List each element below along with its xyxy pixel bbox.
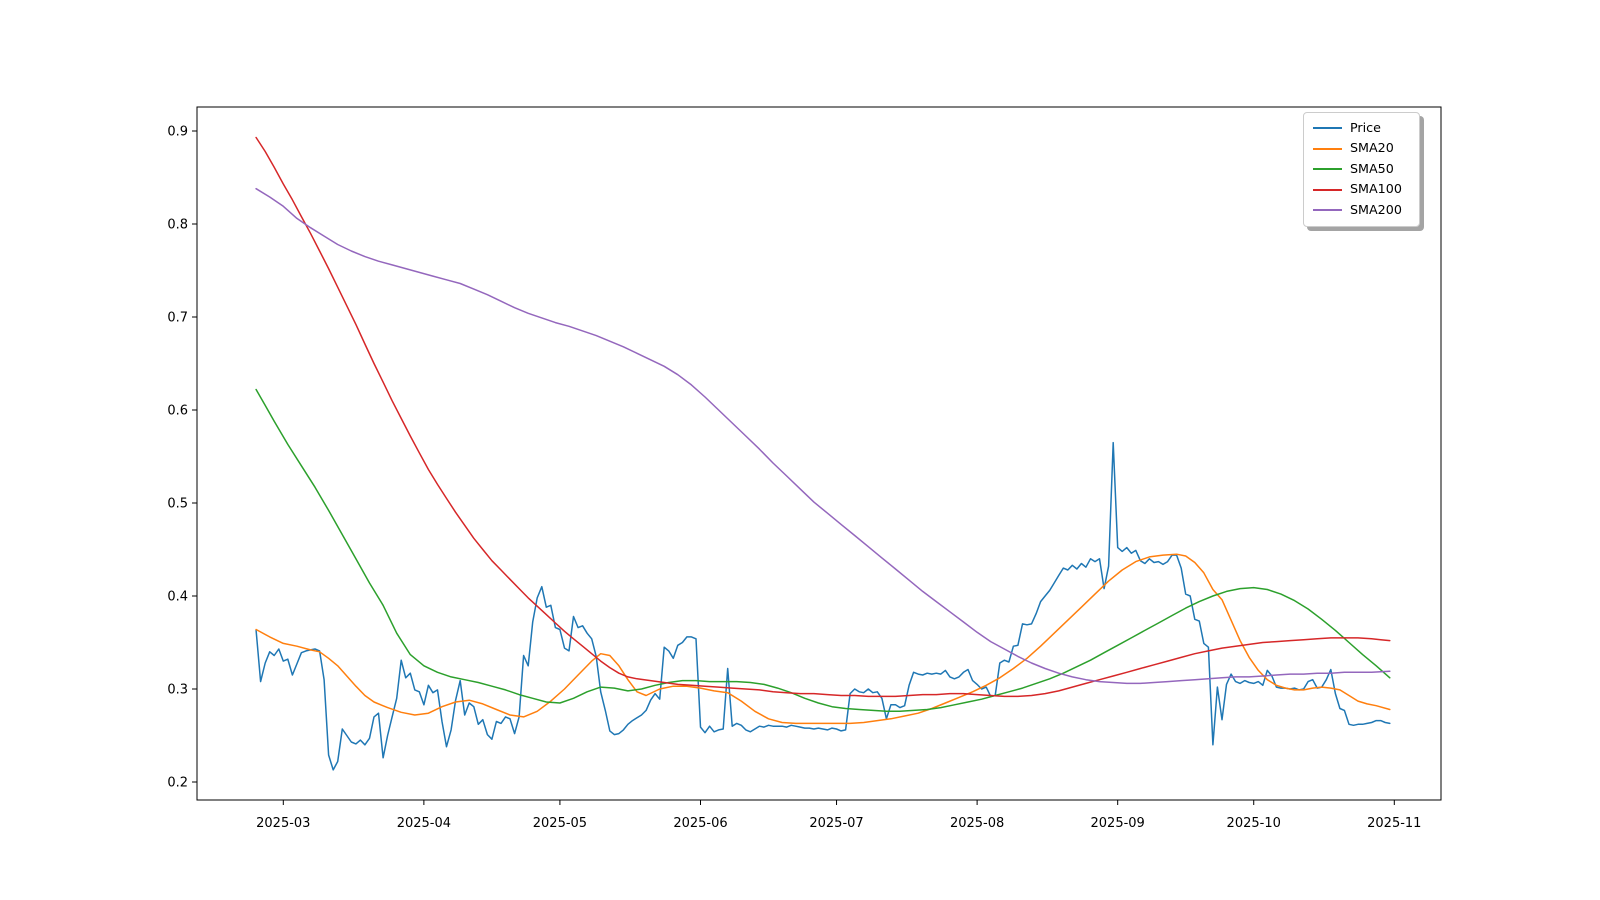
legend-label: Price [1350,119,1381,135]
series-line-sma200 [255,187,1391,685]
x-tick-label: 2025-09 [1091,816,1145,831]
legend-line-sample-icon [1313,188,1342,191]
series-line-sma100 [255,136,1391,698]
legend-entry-price: Price [1313,118,1411,139]
legend-line-sample-icon [1313,127,1342,130]
legend-entry-sma20: SMA20 [1313,139,1411,160]
x-tick-label: 2025-04 [397,816,451,831]
legend: Price SMA20 SMA50 SMA100 SMA200 [1303,112,1420,227]
legend-entry-sma200: SMA200 [1313,200,1411,221]
x-tick-label: 2025-10 [1227,816,1281,831]
y-tick-label: 0.2 [167,776,188,791]
y-tick-label: 0.5 [167,497,188,512]
legend-label: SMA200 [1350,201,1402,217]
series-line-price [255,441,1391,771]
y-tick-label: 0.3 [167,683,188,698]
y-tick-label: 0.4 [167,590,188,605]
x-tick-label: 2025-05 [533,816,587,831]
x-tick-label: 2025-03 [256,816,310,831]
legend-line-sample-icon [1313,209,1342,212]
legend-line-sample-icon [1313,147,1342,150]
axes-frame [196,106,1442,801]
y-tick-label: 0.9 [167,125,188,140]
legend-label: SMA20 [1350,140,1394,156]
x-tick-label: 2025-11 [1367,816,1421,831]
legend-label: SMA100 [1350,181,1402,197]
y-tick-label: 0.6 [167,404,188,419]
legend-line-sample-icon [1313,168,1342,171]
legend-entry-sma50: SMA50 [1313,159,1411,180]
x-tick-label: 2025-06 [673,816,727,831]
legend-label: SMA50 [1350,160,1394,176]
x-tick-label: 2025-07 [809,816,863,831]
y-tick-label: 0.7 [167,311,188,326]
y-tick-label: 0.8 [167,218,188,233]
x-tick-label: 2025-08 [950,816,1004,831]
price-chart-figure: 0.2 0.3 0.4 0.5 0.6 0.7 0.8 0.9 2025-03 2025-04 20… [0,0,1600,900]
series-line-sma50 [255,388,1391,713]
legend-entry-sma100: SMA100 [1313,180,1411,201]
